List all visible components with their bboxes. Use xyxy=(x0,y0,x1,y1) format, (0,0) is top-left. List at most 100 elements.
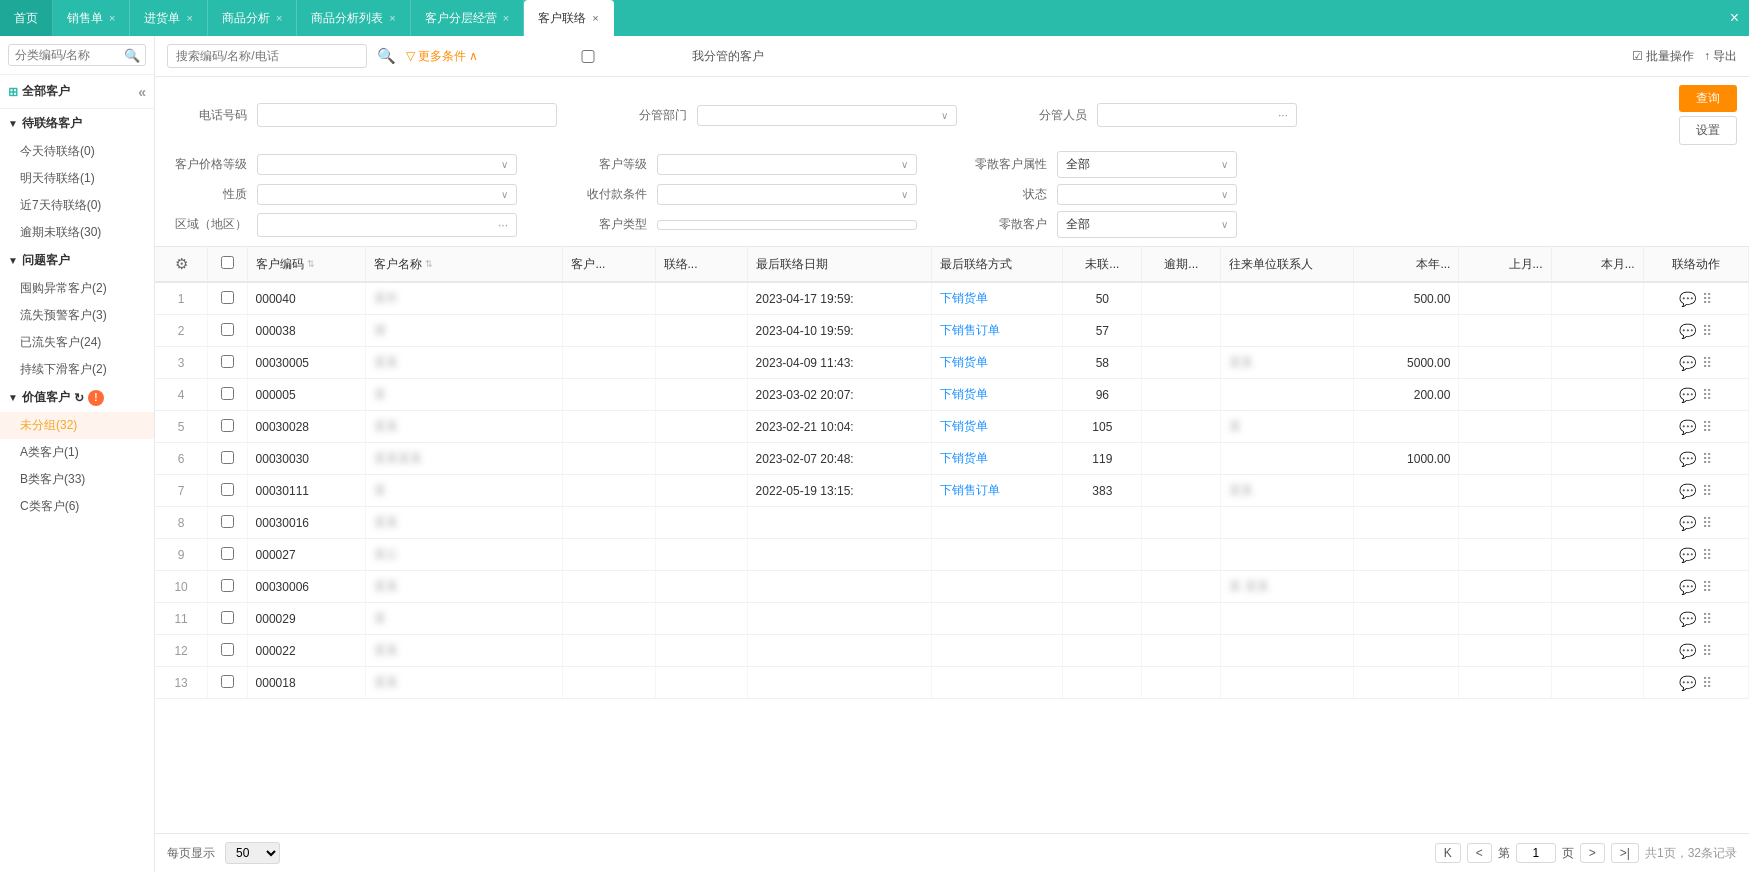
more-icon[interactable]: ⠿ xyxy=(1702,291,1712,307)
page-number-input[interactable] xyxy=(1516,843,1556,863)
payment-select[interactable]: ∨ xyxy=(657,184,917,205)
row-checkbox[interactable] xyxy=(221,291,234,304)
refresh-icon[interactable]: ↻ xyxy=(74,391,84,405)
page-size-select[interactable]: 50 100 xyxy=(225,842,280,864)
last-method-link[interactable]: 下销售订单 xyxy=(940,483,1000,497)
table-header-type[interactable]: 客户... xyxy=(563,247,655,282)
message-icon[interactable]: 💬 xyxy=(1679,611,1696,627)
message-icon[interactable]: 💬 xyxy=(1679,323,1696,339)
sidebar-item-class-c[interactable]: C类客户(6) xyxy=(0,493,154,520)
table-header-last-method[interactable]: 最后联络方式 xyxy=(931,247,1063,282)
more-icon[interactable]: ⠿ xyxy=(1702,515,1712,531)
row-checkbox[interactable] xyxy=(221,675,234,688)
tab-customer-segment-close[interactable]: × xyxy=(503,12,509,24)
last-method-link[interactable]: 下销货单 xyxy=(940,451,988,465)
more-icon[interactable]: ⠿ xyxy=(1702,483,1712,499)
sidebar-group-problem[interactable]: ▼ 问题客户 xyxy=(0,246,154,275)
more-icon[interactable]: ⠿ xyxy=(1702,643,1712,659)
table-header-contact[interactable]: 联络... xyxy=(655,247,747,282)
table-header-this-month[interactable]: 本月... xyxy=(1551,247,1643,282)
main-search-icon[interactable]: 🔍 xyxy=(377,47,396,65)
reset-button[interactable]: 设置 xyxy=(1679,116,1737,145)
price-level-select[interactable]: ∨ xyxy=(257,154,517,175)
tab-purchase[interactable]: 进货单 × xyxy=(130,0,207,36)
prev-page-btn[interactable]: < xyxy=(1467,843,1492,863)
settings-icon[interactable]: ⚙ xyxy=(175,255,188,272)
manager-select[interactable]: ··· xyxy=(1097,103,1297,127)
message-icon[interactable]: 💬 xyxy=(1679,355,1696,371)
retail-attr-select[interactable]: 全部 ∨ xyxy=(1057,151,1237,178)
department-select[interactable]: ∨ xyxy=(697,105,957,126)
query-button[interactable]: 查询 xyxy=(1679,85,1737,112)
table-header-this-year[interactable]: 本年... xyxy=(1354,247,1459,282)
row-checkbox[interactable] xyxy=(221,451,234,464)
sidebar-item-overdue[interactable]: 逾期未联络(30) xyxy=(0,219,154,246)
table-header-name[interactable]: 客户名称⇅ xyxy=(366,247,563,282)
sidebar-collapse-btn[interactable]: « xyxy=(138,84,146,100)
table-header-overdue[interactable]: 逾期... xyxy=(1142,247,1221,282)
tab-customer-contact[interactable]: 客户联络 × xyxy=(524,0,613,36)
message-icon[interactable]: 💬 xyxy=(1679,579,1696,595)
last-method-link[interactable]: 下销售订单 xyxy=(940,323,1000,337)
more-icon[interactable]: ⠿ xyxy=(1702,323,1712,339)
row-checkbox[interactable] xyxy=(221,547,234,560)
last-method-link[interactable]: 下销货单 xyxy=(940,291,988,305)
row-checkbox[interactable] xyxy=(221,483,234,496)
sidebar-item-class-b[interactable]: B类客户(33) xyxy=(0,466,154,493)
tab-customer-segment[interactable]: 客户分层经营 × xyxy=(411,0,524,36)
message-icon[interactable]: 💬 xyxy=(1679,675,1696,691)
sidebar-item-7days[interactable]: 近7天待联络(0) xyxy=(0,192,154,219)
batch-op-btn[interactable]: ☑ 批量操作 xyxy=(1632,48,1694,65)
sidebar-item-tomorrow[interactable]: 明天待联络(1) xyxy=(0,165,154,192)
first-page-btn[interactable]: K xyxy=(1435,843,1461,863)
export-btn[interactable]: ↑ 导出 xyxy=(1704,48,1737,65)
my-customers-checkbox[interactable]: 我分管的客户 xyxy=(488,48,764,65)
next-page-btn[interactable]: > xyxy=(1580,843,1605,863)
more-icon[interactable]: ⠿ xyxy=(1702,355,1712,371)
table-header-code[interactable]: 客户编码⇅ xyxy=(247,247,365,282)
message-icon[interactable]: 💬 xyxy=(1679,643,1696,659)
row-checkbox[interactable] xyxy=(221,579,234,592)
region-dots-icon[interactable]: ··· xyxy=(498,218,508,232)
tab-analysis-close[interactable]: × xyxy=(276,12,282,24)
sidebar-item-class-a[interactable]: A类客户(1) xyxy=(0,439,154,466)
tab-customer-contact-close[interactable]: × xyxy=(592,12,598,24)
my-customers-check[interactable] xyxy=(488,50,688,63)
more-icon[interactable]: ⠿ xyxy=(1702,675,1712,691)
table-header-last-month[interactable]: 上月... xyxy=(1459,247,1551,282)
row-checkbox[interactable] xyxy=(221,387,234,400)
row-checkbox[interactable] xyxy=(221,323,234,336)
message-icon[interactable]: 💬 xyxy=(1679,291,1696,307)
customer-type-select[interactable] xyxy=(657,220,917,230)
more-icon[interactable]: ⠿ xyxy=(1702,579,1712,595)
last-page-btn[interactable]: >| xyxy=(1611,843,1639,863)
window-close-icon[interactable]: × xyxy=(1730,9,1739,26)
tab-sales-close[interactable]: × xyxy=(109,12,115,24)
table-header-partner[interactable]: 往来单位联系人 xyxy=(1221,247,1354,282)
message-icon[interactable]: 💬 xyxy=(1679,419,1696,435)
nature-select[interactable]: ∨ xyxy=(257,184,517,205)
tab-sales[interactable]: 销售单 × xyxy=(53,0,130,36)
more-icon[interactable]: ⠿ xyxy=(1702,419,1712,435)
more-icon[interactable]: ⠿ xyxy=(1702,451,1712,467)
last-method-link[interactable]: 下销货单 xyxy=(940,355,988,369)
tab-purchase-close[interactable]: × xyxy=(186,12,192,24)
sidebar-item-today[interactable]: 今天待联络(0) xyxy=(0,138,154,165)
customer-level-select[interactable]: ∨ xyxy=(657,154,917,175)
sidebar-item-hoarding[interactable]: 囤购异常客户(2) xyxy=(0,275,154,302)
tab-home[interactable]: 首页 xyxy=(0,0,53,36)
sidebar-item-loss-warning[interactable]: 流失预警客户(3) xyxy=(0,302,154,329)
message-icon[interactable]: 💬 xyxy=(1679,515,1696,531)
table-header-last-date[interactable]: 最后联络日期 xyxy=(747,247,931,282)
more-icon[interactable]: ⠿ xyxy=(1702,387,1712,403)
select-all-checkbox[interactable] xyxy=(221,256,234,269)
tab-analysis-list[interactable]: 商品分析列表 × xyxy=(297,0,410,36)
phone-input[interactable] xyxy=(257,103,557,127)
status-select[interactable]: ∨ xyxy=(1057,184,1237,205)
row-checkbox[interactable] xyxy=(221,611,234,624)
message-icon[interactable]: 💬 xyxy=(1679,387,1696,403)
tab-analysis[interactable]: 商品分析 × xyxy=(208,0,297,36)
manager-dots-icon[interactable]: ··· xyxy=(1278,108,1288,122)
sidebar-item-ungrouped[interactable]: 未分组(32) xyxy=(0,412,154,439)
more-conditions-btn[interactable]: ▽ 更多条件 ∧ xyxy=(406,48,478,65)
